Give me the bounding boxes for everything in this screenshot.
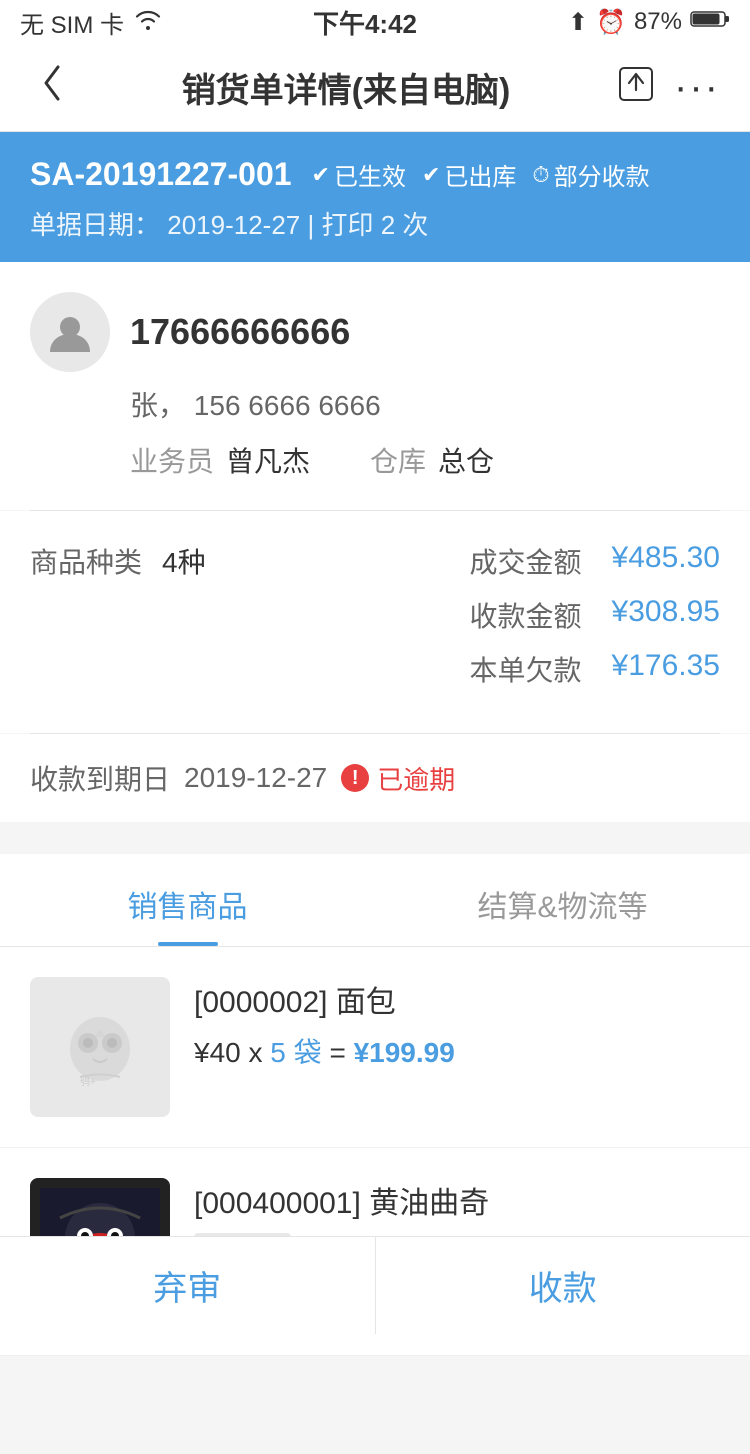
status-right: ⬆ ⏰ 87% — [568, 8, 730, 37]
sim-status: 无 SIM 卡 — [20, 5, 124, 40]
divider-3 — [0, 822, 750, 838]
overdue-icon: ! — [341, 764, 369, 792]
status-badge-3: ⏱ 部分收款 — [532, 157, 649, 192]
location-icon: ⬆ — [568, 8, 588, 37]
product-image-1: 鸮+ — [30, 977, 170, 1117]
customer-meta: 业务员 曾凡杰 仓库 总仓 — [30, 440, 720, 480]
page-title: 销货单详情(来自电脑) — [182, 63, 511, 112]
tab-sales-products[interactable]: 销售商品 — [0, 854, 375, 946]
product-name-2: [000400001] 黄油曲奇 — [194, 1178, 720, 1222]
type-row: 商品种类 4种 — [30, 541, 206, 581]
list-item: 鸮+ [0000002] 面包 ¥40 x 5 袋 = ¥199.99 — [0, 947, 750, 1148]
bottom-bar: 弃审 收款 — [0, 1236, 750, 1334]
product-name-1: [0000002] 面包 — [194, 977, 720, 1021]
product-price-1: ¥40 x 5 袋 = ¥199.99 — [194, 1031, 720, 1071]
tab-settlement[interactable]: 结算&物流等 — [375, 854, 750, 946]
check-icon-2: ✔ — [422, 162, 440, 188]
alarm-icon: ⏰ — [596, 8, 626, 37]
nav-bar: 销货单详情(来自电脑) ··· — [0, 44, 750, 132]
battery-icon — [690, 8, 730, 36]
sales-meta: 业务员 曾凡杰 — [130, 440, 310, 480]
wifi-icon — [134, 8, 162, 37]
customer-section: 17666666666 张， 156 6666 6666 业务员 曾凡杰 仓库 … — [0, 262, 750, 510]
tabs-section: 销售商品 结算&物流等 — [0, 854, 750, 947]
back-button[interactable] — [30, 53, 74, 122]
order-header: SA-20191227-001 ✔ 已生效 ✔ 已出库 ⏱ 部分收款 单据日期：… — [0, 132, 750, 262]
overdue-badge: ! 已逾期 — [341, 760, 455, 797]
cancel-button[interactable]: 弃审 — [0, 1237, 376, 1334]
amount-row-1: 成交金额 ¥485.30 — [470, 541, 720, 581]
status-badges: ✔ 已生效 ✔ 已出库 ⏱ 部分收款 — [312, 157, 650, 192]
summary-section: 商品种类 4种 成交金额 ¥485.30 收款金额 ¥308.95 本单欠款 ¥… — [0, 511, 750, 733]
customer-info: 张， 156 6666 6666 — [30, 384, 720, 424]
time-display: 下午4:42 — [313, 4, 417, 41]
check-icon-1: ✔ — [312, 162, 330, 188]
amount-row-3: 本单欠款 ¥176.35 — [470, 649, 720, 689]
product-info-1: [0000002] 面包 ¥40 x 5 袋 = ¥199.99 — [194, 977, 720, 1071]
status-bar: 无 SIM 卡 下午4:42 ⬆ ⏰ 87% — [0, 0, 750, 44]
nav-actions: ··· — [618, 65, 720, 110]
collect-button[interactable]: 收款 — [376, 1237, 750, 1334]
battery-level: 87% — [634, 8, 682, 36]
customer-phone: 17666666666 — [130, 311, 350, 353]
amount-row-2: 收款金额 ¥308.95 — [470, 595, 720, 635]
summary-left: 商品种类 4种 — [30, 541, 206, 597]
svg-text:鸮+: 鸮+ — [80, 1075, 96, 1087]
status-left: 无 SIM 卡 — [20, 5, 162, 40]
status-badge-1: ✔ 已生效 — [312, 157, 406, 192]
due-section: 收款到期日 2019-12-27 ! 已逾期 — [0, 734, 750, 822]
clock-icon: ⏱ — [532, 162, 549, 188]
order-date: 单据日期： 2019-12-27 | 打印 2 次 — [30, 205, 720, 242]
warehouse-meta: 仓库 总仓 — [370, 440, 494, 480]
share-icon[interactable] — [618, 66, 654, 110]
amounts-block: 成交金额 ¥485.30 收款金额 ¥308.95 本单欠款 ¥176.35 — [470, 541, 720, 703]
avatar — [30, 292, 110, 372]
more-icon[interactable]: ··· — [674, 65, 720, 110]
status-badge-2: ✔ 已出库 — [422, 157, 516, 192]
order-id: SA-20191227-001 — [30, 156, 292, 193]
